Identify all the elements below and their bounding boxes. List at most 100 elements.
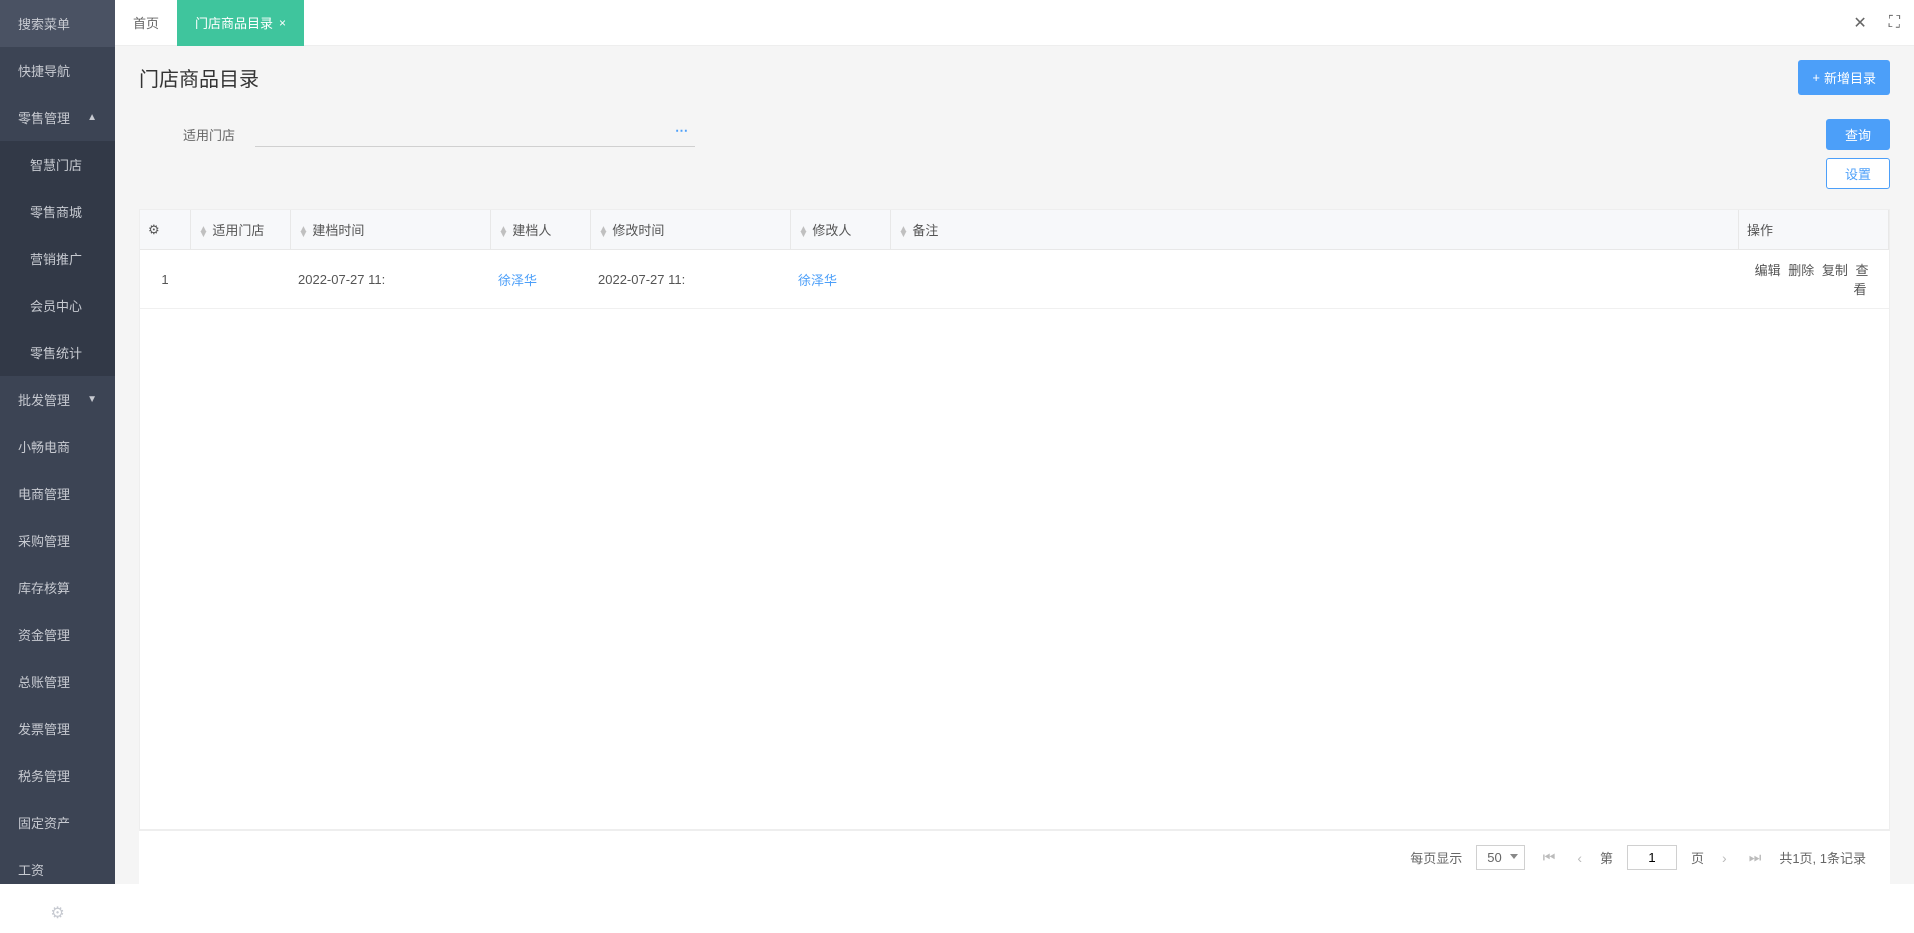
filter-label: 适用门店 bbox=[175, 119, 235, 144]
sidebar-item-4[interactable]: 零售商城 bbox=[0, 188, 115, 235]
next-page-icon[interactable]: › bbox=[1718, 848, 1731, 868]
cell-creator-link[interactable]: 徐泽华 bbox=[498, 273, 537, 288]
per-page-label: 每页显示 bbox=[1410, 848, 1462, 867]
prev-page-icon[interactable]: ‹ bbox=[1573, 848, 1586, 868]
col-ops: 操作 bbox=[1739, 210, 1889, 250]
tab-label: 首页 bbox=[133, 13, 159, 32]
sidebar-item-label: 采购管理 bbox=[18, 531, 70, 550]
tab-0[interactable]: 首页 bbox=[115, 0, 177, 46]
tab-close-icon[interactable]: × bbox=[279, 16, 286, 30]
data-table: ⚙ ▲▼适用门店 ▲▼建档时间 ▲▼建档人 ▲▼修改时间 ▲▼修改人 ▲▼备注 … bbox=[140, 210, 1889, 309]
sidebar-item-17[interactable]: 固定资产 bbox=[0, 799, 115, 846]
cell-remark bbox=[890, 250, 1739, 309]
sidebar-item-label: 总账管理 bbox=[18, 672, 70, 691]
cell-modify-time: 2022-07-27 11: bbox=[590, 250, 790, 309]
sidebar-item-label: 智慧门店 bbox=[30, 155, 82, 174]
fullscreen-icon[interactable]: ⛶ bbox=[1885, 10, 1904, 36]
sidebar-item-9[interactable]: 小畅电商 bbox=[0, 423, 115, 470]
close-icon[interactable]: ✕ bbox=[1849, 9, 1870, 37]
sidebar-item-label: 电商管理 bbox=[18, 484, 70, 503]
sidebar-item-label: 零售统计 bbox=[30, 343, 82, 362]
add-catalog-button[interactable]: + 新增目录 bbox=[1798, 60, 1890, 95]
sidebar-item-label: 批发管理 bbox=[18, 390, 70, 409]
page-prefix: 第 bbox=[1600, 848, 1613, 867]
col-create-time[interactable]: ▲▼建档时间 bbox=[290, 210, 490, 250]
per-page-select[interactable]: 50 bbox=[1476, 845, 1524, 870]
sidebar-item-15[interactable]: 发票管理 bbox=[0, 705, 115, 752]
cell-creator: 徐泽华 bbox=[490, 250, 590, 309]
col-creator[interactable]: ▲▼建档人 bbox=[490, 210, 590, 250]
sidebar-item-0[interactable]: 搜索菜单 bbox=[0, 0, 115, 47]
cell-create-time: 2022-07-27 11: bbox=[290, 250, 490, 309]
pagination: 每页显示 50 ⏮ ‹ 第 页 › ⏭ 共1页, 1条记录 bbox=[139, 830, 1890, 884]
store-filter-input[interactable] bbox=[255, 119, 695, 147]
settings-gear-icon[interactable]: ⚙ bbox=[50, 905, 64, 922]
first-page-icon[interactable]: ⏮ bbox=[1539, 847, 1560, 868]
page-suffix: 页 bbox=[1691, 848, 1704, 867]
sidebar-item-10[interactable]: 电商管理 bbox=[0, 470, 115, 517]
column-settings[interactable]: ⚙ bbox=[140, 210, 190, 250]
sidebar-item-6[interactable]: 会员中心 bbox=[0, 282, 115, 329]
page-input[interactable] bbox=[1627, 845, 1677, 870]
query-button[interactable]: 查询 bbox=[1826, 119, 1890, 150]
chevron-down-icon: ▼ bbox=[87, 394, 97, 405]
sidebar-item-8[interactable]: 批发管理 ▼ bbox=[0, 376, 115, 423]
setting-button[interactable]: 设置 bbox=[1826, 158, 1890, 189]
sidebar-item-label: 小畅电商 bbox=[18, 437, 70, 456]
op-0[interactable]: 编辑 bbox=[1755, 263, 1781, 278]
cell-modifier: 徐泽华 bbox=[790, 250, 890, 309]
cell-index: 1 bbox=[140, 250, 190, 309]
cell-store bbox=[190, 250, 290, 309]
sidebar-item-3[interactable]: 智慧门店 bbox=[0, 141, 115, 188]
col-modifier[interactable]: ▲▼修改人 bbox=[790, 210, 890, 250]
col-store[interactable]: ▲▼适用门店 bbox=[190, 210, 290, 250]
sidebar-item-2[interactable]: 零售管理 ▲ bbox=[0, 94, 115, 141]
col-remark[interactable]: ▲▼备注 bbox=[890, 210, 1739, 250]
chevron-up-icon: ▲ bbox=[87, 112, 97, 123]
pager-summary: 共1页, 1条记录 bbox=[1779, 848, 1866, 867]
page-header: 门店商品目录 + 新增目录 bbox=[115, 46, 1914, 109]
table-row: 1 2022-07-27 11: 徐泽华 2022-07-27 11: 徐泽华 编辑 删除… bbox=[140, 250, 1889, 309]
sidebar-item-label: 会员中心 bbox=[30, 296, 82, 315]
col-modify-time[interactable]: ▲▼修改时间 bbox=[590, 210, 790, 250]
cell-ops: 编辑 删除 复制 查看 bbox=[1739, 250, 1889, 309]
sidebar-item-label: 零售管理 bbox=[18, 108, 70, 127]
sidebar-item-label: 搜索菜单 bbox=[18, 14, 70, 33]
sidebar-item-label: 固定资产 bbox=[18, 813, 70, 832]
sidebar-item-label: 资金管理 bbox=[18, 625, 70, 644]
gear-icon: ⚙ bbox=[148, 222, 160, 237]
last-page-icon[interactable]: ⏭ bbox=[1745, 847, 1766, 868]
main-area: 首页门店商品目录× ✕ ⛶ 门店商品目录 + 新增目录 适用门店 ⋯ 查询 设置 bbox=[115, 0, 1914, 884]
add-button-label: 新增目录 bbox=[1824, 68, 1876, 87]
sidebar-item-16[interactable]: 税务管理 bbox=[0, 752, 115, 799]
sidebar-item-12[interactable]: 库存核算 bbox=[0, 564, 115, 611]
sidebar-item-5[interactable]: 营销推广 bbox=[0, 235, 115, 282]
page-title: 门店商品目录 bbox=[139, 63, 259, 92]
tab-label: 门店商品目录 bbox=[195, 13, 273, 32]
sidebar-item-label: 库存核算 bbox=[18, 578, 70, 597]
sidebar: 搜索菜单快捷导航零售管理 ▲ 智慧门店零售商城营销推广会员中心零售统计批发管理 ▼ 小畅… bbox=[0, 0, 115, 884]
table-container: ⚙ ▲▼适用门店 ▲▼建档时间 ▲▼建档人 ▲▼修改时间 ▲▼修改人 ▲▼备注 … bbox=[139, 209, 1890, 830]
sidebar-item-18[interactable]: 工资 bbox=[0, 846, 115, 893]
op-3[interactable]: 查看 bbox=[1853, 263, 1868, 297]
op-1[interactable]: 删除 bbox=[1788, 263, 1814, 278]
tab-bar: 首页 门店商品目录 × ✕ ⛶ bbox=[115, 0, 1914, 46]
cell-modifier-link[interactable]: 徐泽华 bbox=[798, 273, 837, 288]
more-icon[interactable]: ⋯ bbox=[675, 123, 689, 139]
sidebar-footer: ⚙ bbox=[0, 893, 115, 933]
sidebar-item-label: 快捷导航 bbox=[18, 61, 70, 80]
sidebar-item-13[interactable]: 资金管理 bbox=[0, 611, 115, 658]
sidebar-item-label: 营销推广 bbox=[30, 249, 82, 268]
sidebar-item-label: 零售商城 bbox=[30, 202, 82, 221]
sidebar-item-1[interactable]: 快捷导航 bbox=[0, 47, 115, 94]
sidebar-item-14[interactable]: 总账管理 bbox=[0, 658, 115, 705]
sidebar-item-label: 发票管理 bbox=[18, 719, 70, 738]
sidebar-item-11[interactable]: 采购管理 bbox=[0, 517, 115, 564]
sidebar-item-label: 工资 bbox=[18, 860, 44, 879]
tab-1[interactable]: 门店商品目录 × bbox=[177, 0, 304, 46]
op-2[interactable]: 复制 bbox=[1822, 263, 1848, 278]
plus-icon: + bbox=[1812, 70, 1820, 85]
sidebar-item-label: 税务管理 bbox=[18, 766, 70, 785]
sidebar-item-7[interactable]: 零售统计 bbox=[0, 329, 115, 376]
filter-row: 适用门店 ⋯ 查询 设置 bbox=[115, 109, 1914, 209]
